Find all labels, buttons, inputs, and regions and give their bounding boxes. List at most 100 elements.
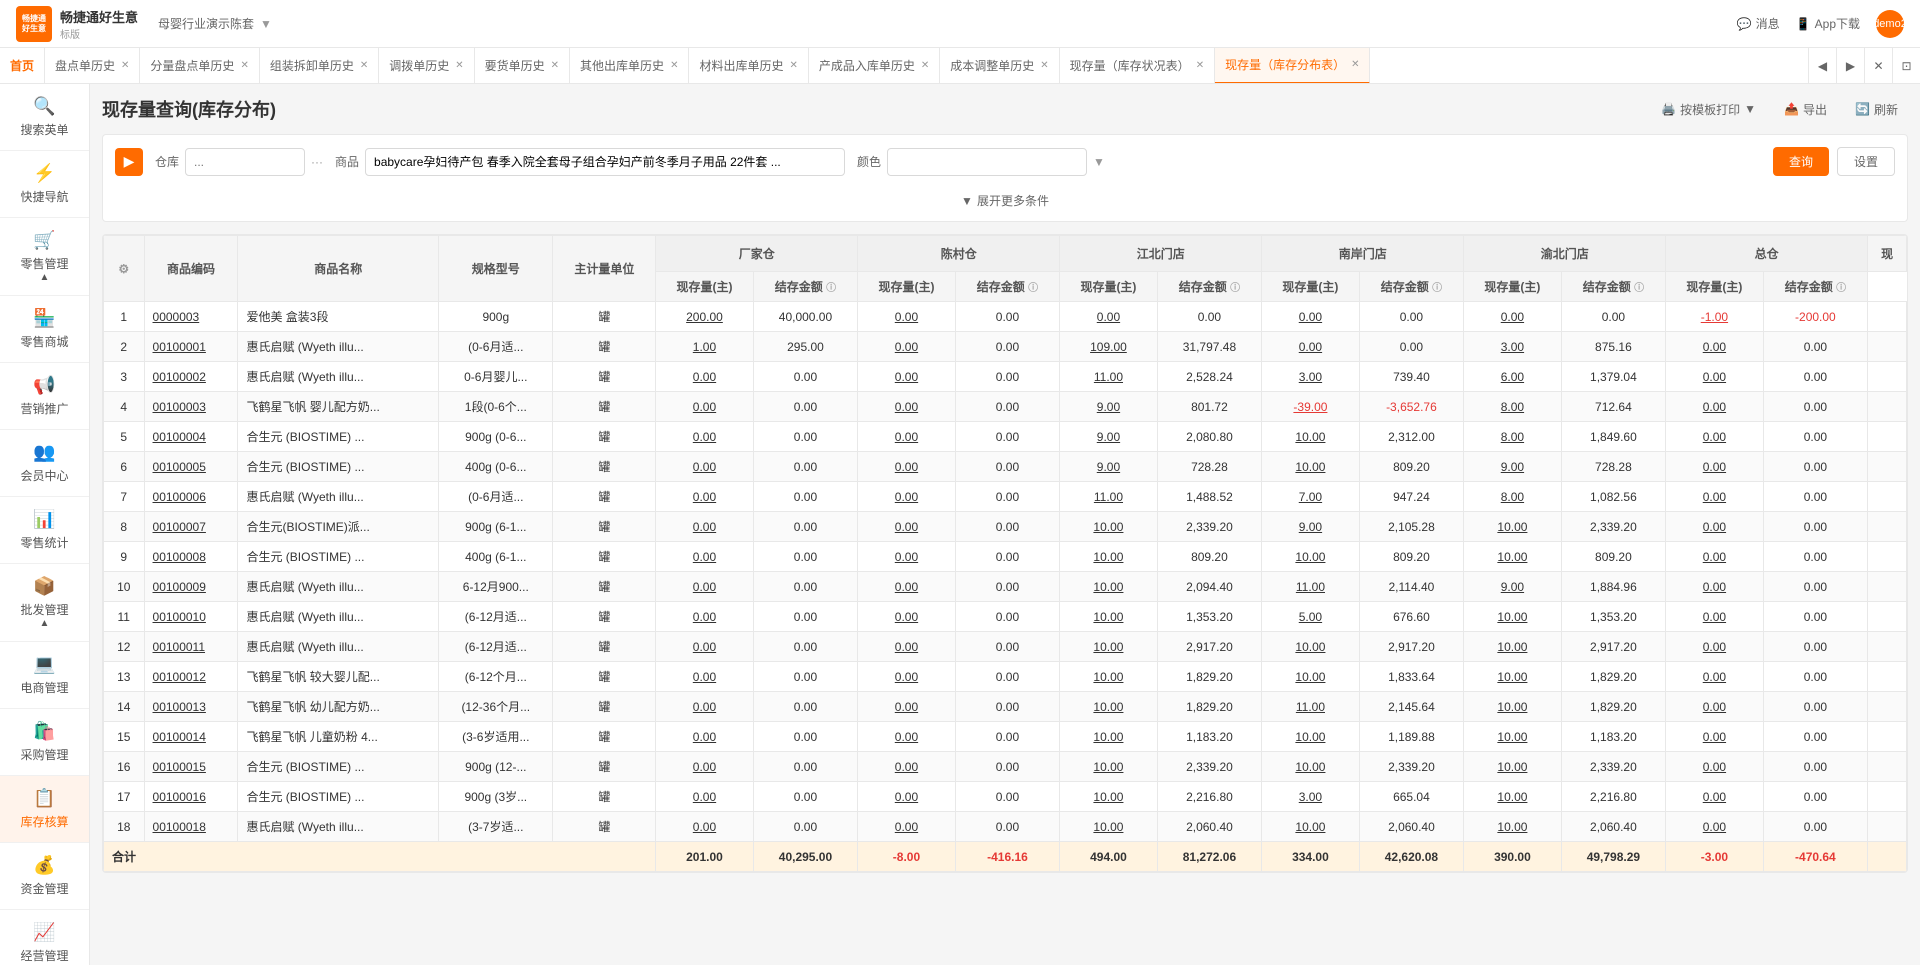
cell-total-qty[interactable]: 0.00 [1666, 422, 1763, 452]
col-gear[interactable]: ⚙ [104, 236, 145, 302]
tab-next-btn[interactable]: ▶ [1836, 48, 1864, 84]
cell-cc-qty[interactable]: 0.00 [858, 362, 955, 392]
tab-close-icon[interactable]: ✕ [1040, 60, 1048, 71]
cell-total-qty[interactable]: 0.00 [1666, 362, 1763, 392]
cell-na-qty[interactable]: 0.00 [1262, 332, 1359, 362]
export-btn[interactable]: 📤 导出 [1774, 97, 1837, 122]
sidebar-item-7[interactable]: 📦 批发管理▲ [0, 564, 89, 642]
cell-cc-qty[interactable]: 0.00 [858, 662, 955, 692]
cell-cc-qty[interactable]: 0.00 [858, 482, 955, 512]
cell-cj-qty[interactable]: 0.00 [656, 812, 753, 842]
tab-prev-btn[interactable]: ◀ [1808, 48, 1836, 84]
cell-jb-qty[interactable]: 10.00 [1060, 722, 1157, 752]
cell-jb-qty[interactable]: 10.00 [1060, 542, 1157, 572]
cell-total-qty[interactable]: -1.00 [1666, 302, 1763, 332]
expand-btn[interactable]: ▶ [115, 148, 143, 176]
tab-tab2[interactable]: 分量盘点单历史✕ [140, 48, 259, 84]
expand-conditions-btn[interactable]: ▼ 展开更多条件 [961, 192, 1049, 209]
cell-cj-qty[interactable]: 0.00 [656, 362, 753, 392]
store-dropdown-icon[interactable]: ▼ [260, 17, 272, 31]
cell-na-qty[interactable]: 10.00 [1262, 542, 1359, 572]
cell-cc-qty[interactable]: 0.00 [858, 422, 955, 452]
cell-cj-qty[interactable]: 0.00 [656, 782, 753, 812]
cell-cj-qty[interactable]: 0.00 [656, 662, 753, 692]
tab-close-icon[interactable]: ✕ [670, 60, 678, 71]
warehouse-dots[interactable]: ··· [311, 155, 323, 169]
tab-close-icon[interactable]: ✕ [789, 60, 797, 71]
tab-close-icon[interactable]: ✕ [121, 60, 129, 71]
sidebar-item-0[interactable]: 🔍 搜索英单 [0, 84, 89, 151]
cell-cc-qty[interactable]: 0.00 [858, 632, 955, 662]
cell-yb-qty[interactable]: 10.00 [1464, 752, 1561, 782]
cell-yb-qty[interactable]: 10.00 [1464, 692, 1561, 722]
cell-cj-qty[interactable]: 0.00 [656, 542, 753, 572]
cell-cc-qty[interactable]: 0.00 [858, 572, 955, 602]
cell-cj-qty[interactable]: 0.00 [656, 422, 753, 452]
cell-yb-qty[interactable]: 8.00 [1464, 422, 1561, 452]
cell-cj-qty[interactable]: 0.00 [656, 722, 753, 752]
cell-total-qty[interactable]: 0.00 [1666, 722, 1763, 752]
cell-cj-qty[interactable]: 0.00 [656, 572, 753, 602]
cell-jb-qty[interactable]: 10.00 [1060, 812, 1157, 842]
print-btn[interactable]: 🖨️ 按模板打印 ▼ [1651, 97, 1766, 122]
cell-yb-qty[interactable]: 10.00 [1464, 542, 1561, 572]
cell-cc-qty[interactable]: 0.00 [858, 332, 955, 362]
cell-cj-qty[interactable]: 0.00 [656, 512, 753, 542]
cell-yb-qty[interactable]: 3.00 [1464, 332, 1561, 362]
cell-jb-qty[interactable]: 10.00 [1060, 602, 1157, 632]
cell-cc-qty[interactable]: 0.00 [858, 602, 955, 632]
tab-tab10[interactable]: 现存量（库存状况表）✕ [1060, 48, 1215, 84]
cell-total-qty[interactable]: 0.00 [1666, 752, 1763, 782]
tab-close-icon[interactable]: ✕ [1196, 60, 1204, 71]
jb-info[interactable]: ⓘ [1230, 283, 1240, 294]
cell-yb-qty[interactable]: 10.00 [1464, 782, 1561, 812]
cell-jb-qty[interactable]: 9.00 [1060, 392, 1157, 422]
cell-total-qty[interactable]: 0.00 [1666, 452, 1763, 482]
warehouse-input[interactable] [185, 148, 305, 176]
cell-na-qty[interactable]: -39.00 [1262, 392, 1359, 422]
app-download-btn[interactable]: 📱 App下载 [1796, 15, 1860, 32]
yb-info[interactable]: ⓘ [1634, 283, 1644, 294]
cell-code[interactable]: 00100007 [144, 512, 238, 542]
cell-cj-qty[interactable]: 0.00 [656, 452, 753, 482]
tab-expand-btn[interactable]: ⊡ [1892, 48, 1920, 84]
user-avatar[interactable]: demo2 [1876, 10, 1904, 38]
tab-tab3[interactable]: 组装拆卸单历史✕ [260, 48, 379, 84]
tab-close-icon[interactable]: ✕ [455, 60, 463, 71]
cell-cj-qty[interactable]: 200.00 [656, 302, 753, 332]
sidebar-item-5[interactable]: 👥 会员中心 [0, 430, 89, 497]
goods-input[interactable] [365, 148, 845, 176]
tab-tab11[interactable]: 现存量（库存分布表）✕ [1215, 48, 1370, 84]
cell-jb-qty[interactable]: 10.00 [1060, 692, 1157, 722]
cell-total-qty[interactable]: 0.00 [1666, 392, 1763, 422]
total-info[interactable]: ⓘ [1836, 283, 1846, 294]
cell-cj-qty[interactable]: 1.00 [656, 332, 753, 362]
cell-total-qty[interactable]: 0.00 [1666, 482, 1763, 512]
cell-cc-qty[interactable]: 0.00 [858, 542, 955, 572]
sidebar-item-11[interactable]: 💰 资金管理 [0, 843, 89, 910]
cell-na-qty[interactable]: 10.00 [1262, 722, 1359, 752]
cell-total-qty[interactable]: 0.00 [1666, 662, 1763, 692]
cell-cc-qty[interactable]: 0.00 [858, 752, 955, 782]
cell-yb-qty[interactable]: 10.00 [1464, 722, 1561, 752]
cell-cc-qty[interactable]: 0.00 [858, 692, 955, 722]
tab-tab4[interactable]: 调拨单历史✕ [379, 48, 474, 84]
sidebar-item-1[interactable]: ⚡ 快捷导航 [0, 151, 89, 218]
cell-code[interactable]: 00100005 [144, 452, 238, 482]
cell-na-qty[interactable]: 9.00 [1262, 512, 1359, 542]
cell-na-qty[interactable]: 3.00 [1262, 782, 1359, 812]
cell-yb-qty[interactable]: 9.00 [1464, 452, 1561, 482]
tab-close-icon[interactable]: ✕ [360, 60, 368, 71]
sidebar-item-9[interactable]: 🛍️ 采购管理 [0, 709, 89, 776]
cell-cc-qty[interactable]: 0.00 [858, 302, 955, 332]
cell-cc-qty[interactable]: 0.00 [858, 812, 955, 842]
cell-yb-qty[interactable]: 8.00 [1464, 482, 1561, 512]
cell-total-qty[interactable]: 0.00 [1666, 332, 1763, 362]
cell-code[interactable]: 00100004 [144, 422, 238, 452]
sidebar-item-6[interactable]: 📊 零售统计 [0, 497, 89, 564]
cell-yb-qty[interactable]: 10.00 [1464, 662, 1561, 692]
cell-na-qty[interactable]: 3.00 [1262, 362, 1359, 392]
cell-jb-qty[interactable]: 10.00 [1060, 662, 1157, 692]
sidebar-item-3[interactable]: 🏪 零售商城 [0, 296, 89, 363]
cell-cj-qty[interactable]: 0.00 [656, 482, 753, 512]
